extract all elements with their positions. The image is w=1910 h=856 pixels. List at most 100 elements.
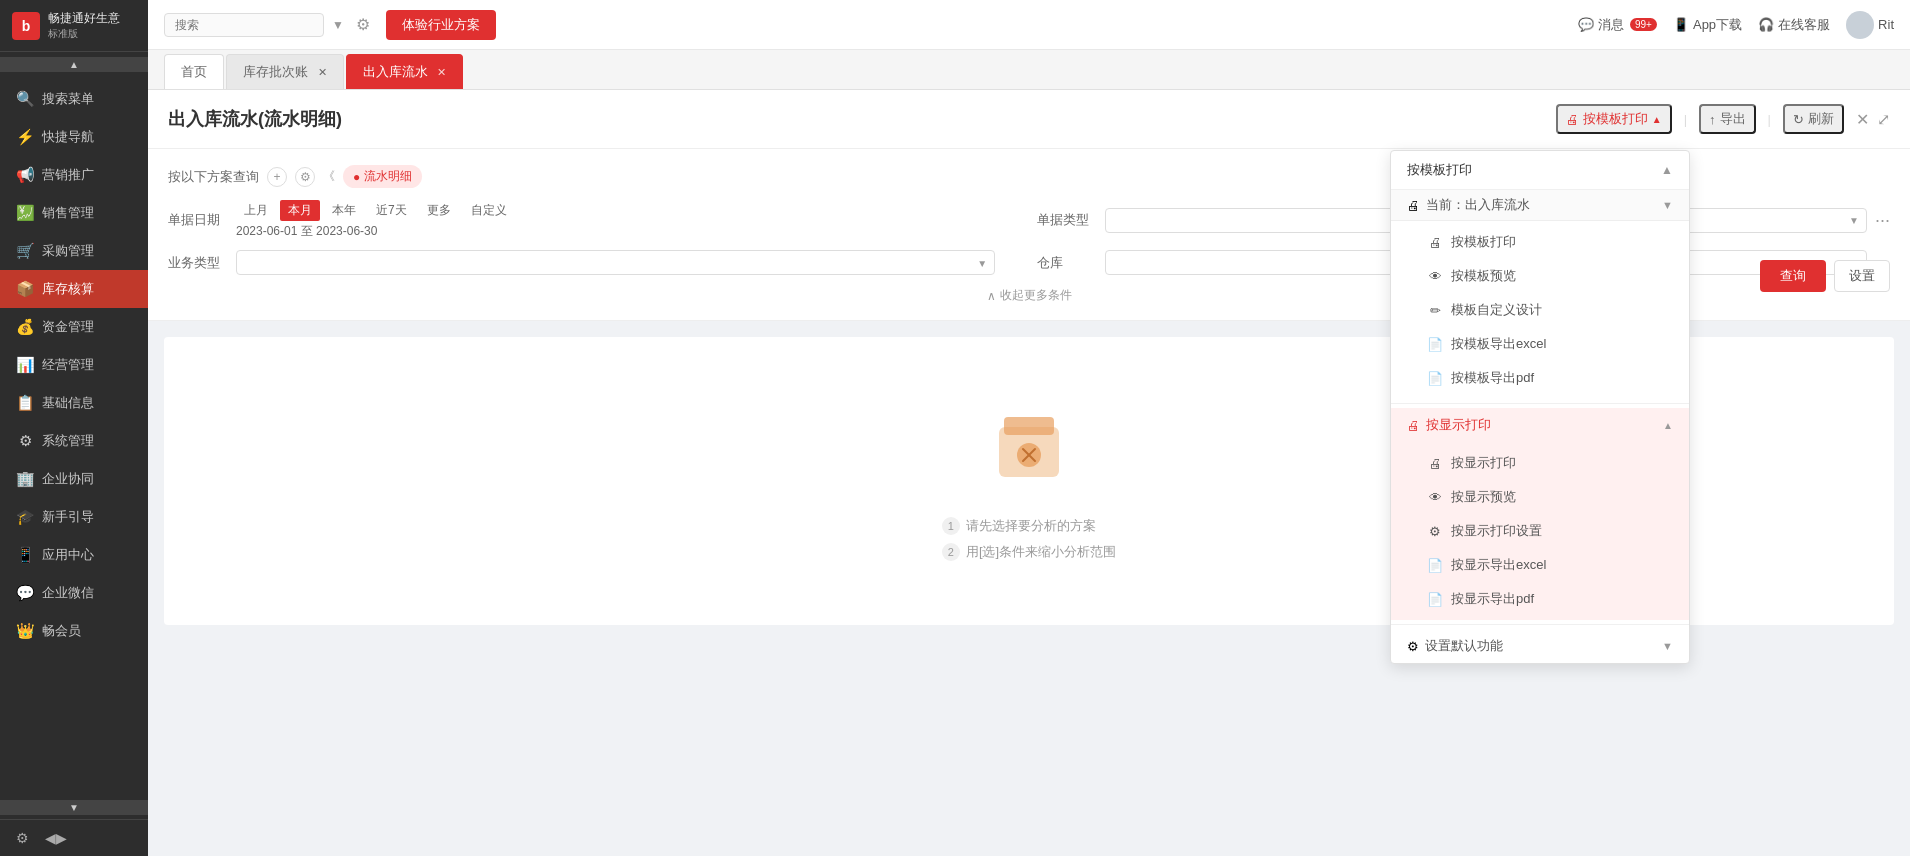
sidebar-item-vip[interactable]: 👑 畅会员 <box>0 612 148 650</box>
set-default-function-row[interactable]: ⚙ 设置默认功能 ▼ <box>1391 629 1689 663</box>
display-group-header[interactable]: 🖨 按显示打印 ▲ <box>1391 408 1689 442</box>
filter-biz-type-label: 业务类型 <box>168 254 228 272</box>
template-export-pdf-icon: 📄 <box>1427 370 1443 386</box>
search-menu-icon: 🔍 <box>16 90 34 108</box>
purchase-icon: 🛒 <box>16 242 34 260</box>
print-template-btn[interactable]: 🖨 按模板打印 ▲ <box>1556 104 1672 134</box>
refresh-btn[interactable]: ↻ 刷新 <box>1783 104 1844 134</box>
sidebar-item-marketing[interactable]: 📢 营销推广 <box>0 156 148 194</box>
tab-inventory-batch-close[interactable]: ✕ <box>318 66 327 78</box>
current-template-chevron[interactable]: ▼ <box>1662 199 1673 211</box>
export-btn[interactable]: ↑ 导出 <box>1699 104 1756 134</box>
set-default-chevron[interactable]: ▼ <box>1662 640 1673 652</box>
filter-biz-type-select[interactable] <box>236 250 995 275</box>
current-template-icon: 🖨 <box>1407 198 1420 213</box>
tab-home[interactable]: 首页 <box>164 54 224 89</box>
app-logo-icon: b <box>12 12 40 40</box>
filter-collapse-btn[interactable]: ∧ 收起更多条件 <box>987 287 1072 304</box>
sidebar-bottom: ⚙ ◀▶ <box>0 819 148 856</box>
query-btn[interactable]: 查询 <box>1760 260 1826 292</box>
dropdown-item-template-custom[interactable]: ✏ 模板自定义设计 <box>1391 293 1689 327</box>
close-window-btn[interactable]: ✕ <box>1856 110 1869 129</box>
doc-type-more-btn[interactable]: ··· <box>1875 210 1890 231</box>
sidebar-scroll-bottom[interactable]: ▼ <box>0 795 148 819</box>
empty-tip-2: 2 用[选]条件来缩小分析范围 <box>942 539 1116 565</box>
shortcut-custom[interactable]: 自定义 <box>463 200 515 221</box>
sidebar-item-label: 应用中心 <box>42 546 94 564</box>
display-export-pdf-icon: 📄 <box>1427 591 1443 607</box>
enterprise-icon: 🏢 <box>16 470 34 488</box>
sidebar-item-app-center[interactable]: 📱 应用中心 <box>0 536 148 574</box>
shortcut-7days[interactable]: 近7天 <box>368 200 415 221</box>
sidebar-item-finance[interactable]: 💰 资金管理 <box>0 308 148 346</box>
sidebar-item-enterprise-wechat[interactable]: 💬 企业微信 <box>0 574 148 612</box>
dropdown-item-template-export-excel[interactable]: 📄 按模板导出excel <box>1391 327 1689 361</box>
dropdown-item-display-print-settings[interactable]: ⚙ 按显示打印设置 <box>1391 514 1689 548</box>
sidebar-item-label: 快捷导航 <box>42 128 94 146</box>
topbar-settings-icon[interactable]: ⚙ <box>356 15 370 34</box>
separator2: | <box>1768 112 1771 127</box>
tab-flow-close[interactable]: ✕ <box>437 66 446 78</box>
tab-flow[interactable]: 出入库流水 ✕ <box>346 54 464 89</box>
sidebar-item-label: 搜索菜单 <box>42 90 94 108</box>
print-dropdown-arrow[interactable]: ▲ <box>1652 114 1662 125</box>
dropdown-item-template-print[interactable]: 🖨 按模板打印 <box>1391 225 1689 259</box>
online-service-btn[interactable]: 🎧 在线客服 <box>1758 16 1830 34</box>
sidebar-settings-btn[interactable]: ⚙ <box>16 830 29 846</box>
sidebar-item-label: 畅会员 <box>42 622 81 640</box>
search-input[interactable] <box>164 13 324 37</box>
page-wrapper: 出入库流水(流水明细) 🖨 按模板打印 ▲ | ↑ 导出 | ↻ <box>148 90 1910 856</box>
sidebar-item-quick-nav[interactable]: ⚡ 快捷导航 <box>0 118 148 156</box>
filter-settings-btn[interactable]: ⚙ <box>295 167 315 187</box>
sales-icon: 💹 <box>16 204 34 222</box>
display-group-label: 按显示打印 <box>1426 416 1491 434</box>
dropdown-item-template-preview[interactable]: 👁 按模板预览 <box>1391 259 1689 293</box>
refresh-label: 刷新 <box>1808 110 1834 128</box>
sidebar-item-sales[interactable]: 💹 销售管理 <box>0 194 148 232</box>
sidebar-item-label: 经营管理 <box>42 356 94 374</box>
dropdown-item-display-preview[interactable]: 👁 按显示预览 <box>1391 480 1689 514</box>
shortcut-this-year[interactable]: 本年 <box>324 200 364 221</box>
dropdown-panel-arrow[interactable]: ▲ <box>1661 163 1673 177</box>
sidebar-item-purchase[interactable]: 🛒 采购管理 <box>0 232 148 270</box>
sidebar-item-inventory[interactable]: 📦 库存核算 <box>0 270 148 308</box>
empty-tip-1: 1 请先选择要分析的方案 <box>942 513 1116 539</box>
sidebar-item-guide[interactable]: 🎓 新手引导 <box>0 498 148 536</box>
messages-btn[interactable]: 💬 消息 99+ <box>1578 16 1657 34</box>
shortcut-last-month[interactable]: 上月 <box>236 200 276 221</box>
set-default-icon: ⚙ <box>1407 639 1419 654</box>
settings-btn[interactable]: 设置 <box>1834 260 1890 292</box>
scroll-down-btn[interactable]: ▼ <box>0 800 148 815</box>
sidebar-item-base-info[interactable]: 📋 基础信息 <box>0 384 148 422</box>
dropdown-item-template-export-pdf[interactable]: 📄 按模板导出pdf <box>1391 361 1689 395</box>
dropdown-item-display-print[interactable]: 🖨 按显示打印 <box>1391 446 1689 480</box>
template-export-excel-label: 按模板导出excel <box>1451 335 1546 353</box>
user-avatar-btn[interactable]: Rit <box>1846 11 1894 39</box>
sidebar-scroll-top[interactable]: ▲ <box>0 52 148 76</box>
dropdown-item-display-export-pdf[interactable]: 📄 按显示导出pdf <box>1391 582 1689 616</box>
tab-inventory-batch[interactable]: 库存批次账 ✕ <box>226 54 344 89</box>
dropdown-item-display-export-excel[interactable]: 📄 按显示导出excel <box>1391 548 1689 582</box>
page-header: 出入库流水(流水明细) 🖨 按模板打印 ▲ | ↑ 导出 | ↻ <box>148 90 1910 149</box>
sidebar-item-search-menu[interactable]: 🔍 搜索菜单 <box>0 80 148 118</box>
filter-add-btn[interactable]: + <box>267 167 287 187</box>
shortcut-more[interactable]: 更多 <box>419 200 459 221</box>
app-download-btn[interactable]: 📱 App下载 <box>1673 16 1742 34</box>
display-print-label: 按显示打印 <box>1451 454 1516 472</box>
sidebar-item-operations[interactable]: 📊 经营管理 <box>0 346 148 384</box>
shortcut-this-month[interactable]: 本月 <box>280 200 320 221</box>
industry-btn[interactable]: 体验行业方案 <box>386 10 496 40</box>
scroll-up-btn[interactable]: ▲ <box>0 57 148 72</box>
sidebar-item-system[interactable]: ⚙ 系统管理 <box>0 422 148 460</box>
sidebar-collapse-btn[interactable]: ◀▶ <box>45 830 67 846</box>
tip-num-2: 2 <box>942 543 960 561</box>
sidebar-item-enterprise[interactable]: 🏢 企业协同 <box>0 460 148 498</box>
filter-collapse-icon[interactable]: 《 <box>323 168 335 185</box>
filter-tag-label: 流水明细 <box>364 168 412 185</box>
filter-warehouse-label: 仓库 <box>1037 254 1097 272</box>
sidebar-item-label: 库存核算 <box>42 280 94 298</box>
display-group-collapse-icon[interactable]: ▲ <box>1663 420 1673 431</box>
search-dropdown-icon[interactable]: ▼ <box>332 18 344 32</box>
display-print-icon: 🖨 <box>1427 455 1443 471</box>
expand-window-btn[interactable]: ⤢ <box>1877 110 1890 129</box>
